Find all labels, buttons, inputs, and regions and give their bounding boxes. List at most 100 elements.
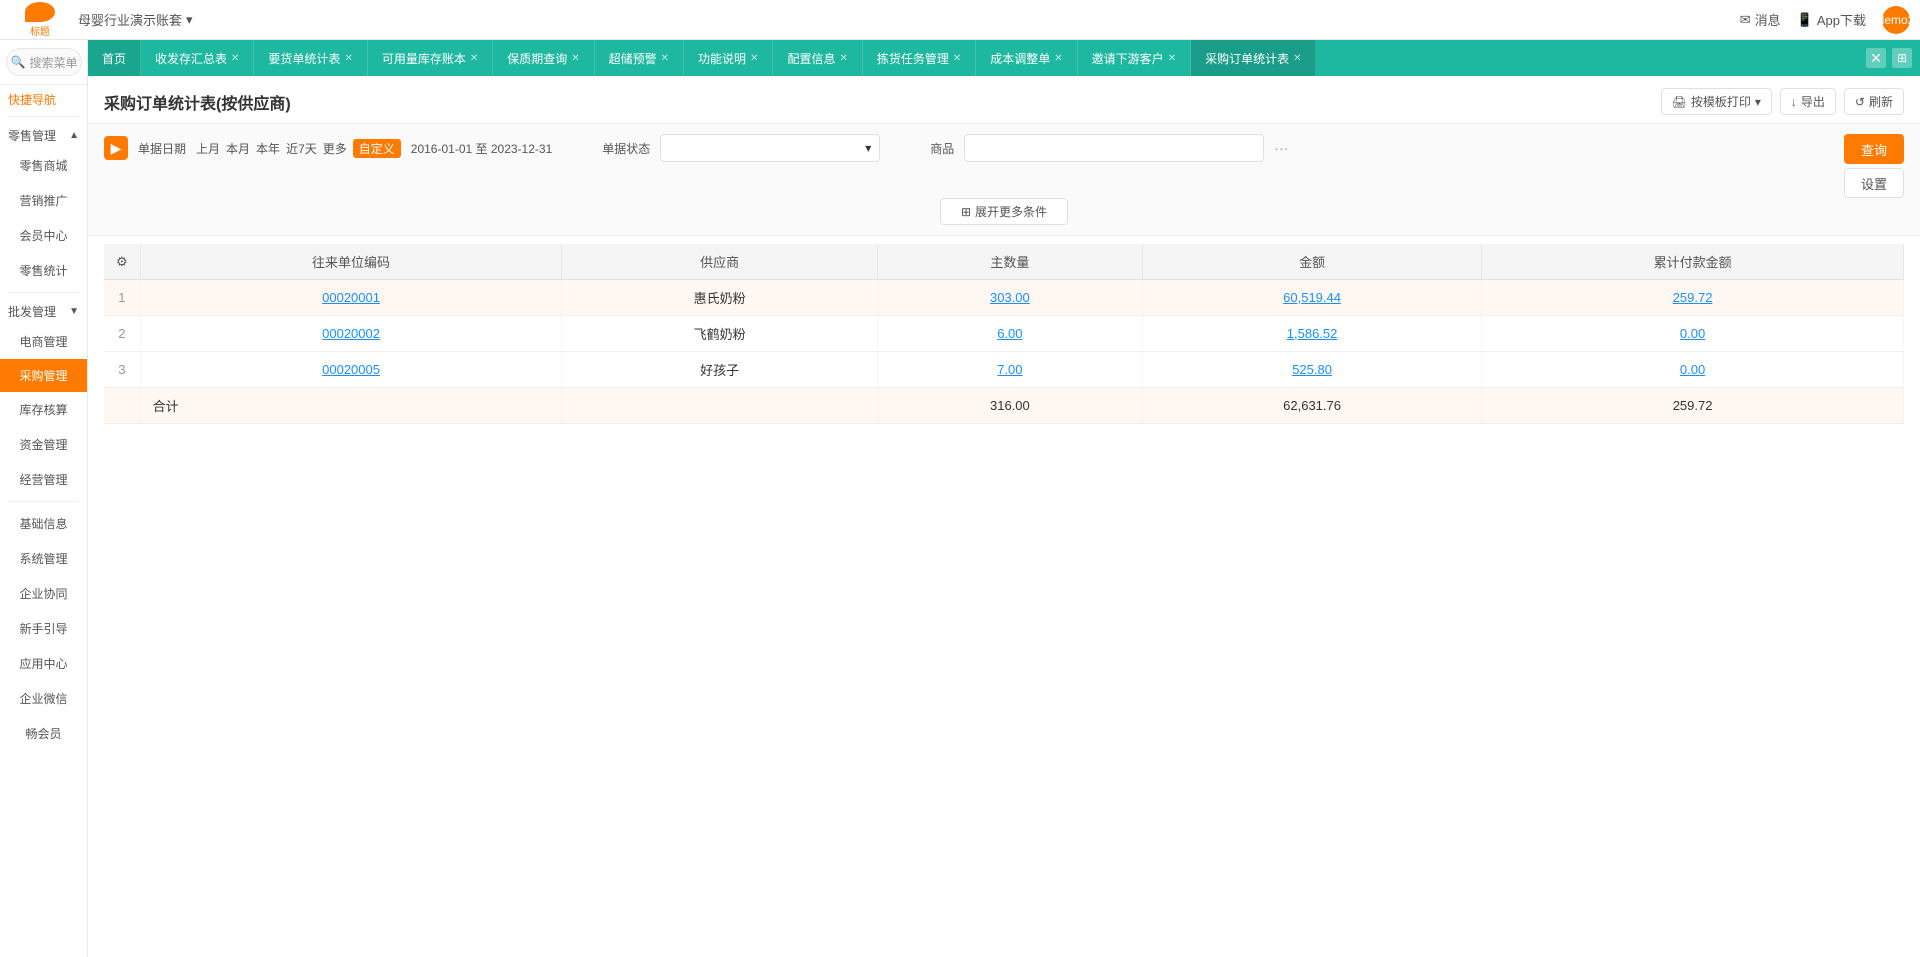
refresh-button[interactable]: ↺ 刷新	[1844, 88, 1904, 115]
goods-more-icon[interactable]: ···	[1274, 140, 1288, 156]
nav-item-invite-downstream[interactable]: 邀请下游客户 ✕	[1078, 40, 1191, 76]
nav-maximize-button[interactable]: ⊞	[1892, 48, 1912, 68]
nav-close-inventory-book-icon[interactable]: ✕	[470, 53, 478, 64]
home-nav-label: 首页	[102, 50, 126, 67]
nav-close-expiry-query-icon[interactable]: ✕	[571, 53, 579, 64]
sidebar-group-retail-arrow-icon: ▲	[69, 130, 79, 141]
nav-close-goods-stats-icon[interactable]: ✕	[344, 53, 352, 64]
nav-close-all-button[interactable]: ✕	[1866, 48, 1886, 68]
sidebar-group-retail[interactable]: 零售管理 ▲	[0, 121, 87, 148]
nav-close-pick-task-icon[interactable]: ✕	[953, 53, 961, 64]
sidebar-item-marketing[interactable]: 营销推广	[4, 184, 83, 217]
search-menu-button[interactable]: 🔍 搜索菜单	[6, 48, 82, 76]
app-download-label: App下载	[1817, 10, 1866, 29]
sidebar-item-finance[interactable]: 资金管理	[4, 428, 83, 461]
sidebar-item-ecommerce[interactable]: 电商管理	[4, 325, 83, 358]
date-option-more[interactable]: 更多	[323, 140, 347, 157]
filter-toggle-button[interactable]: ▶	[104, 136, 128, 160]
nav-item-expiry-query[interactable]: 保质期查询 ✕	[493, 40, 594, 76]
date-option-7days[interactable]: 近7天	[286, 140, 317, 157]
logo: 标题	[10, 2, 70, 38]
nav-item-home[interactable]: 首页	[88, 40, 141, 76]
nav-close-overstock-alert-icon[interactable]: ✕	[661, 53, 669, 64]
goods-input[interactable]	[964, 134, 1264, 162]
nav-item-overstock-alert[interactable]: 超储预警 ✕	[595, 40, 684, 76]
workspace-selector[interactable]: 母婴行业演示账套 ▾	[78, 10, 193, 29]
sidebar-item-member[interactable]: 会员中心	[4, 219, 83, 252]
sidebar-item-inventory[interactable]: 库存核算	[4, 393, 83, 426]
sidebar-item-operations[interactable]: 经营管理	[4, 463, 83, 496]
date-option-last-month[interactable]: 上月	[196, 140, 220, 157]
sidebar-item-wechat[interactable]: 企业微信	[4, 682, 83, 715]
nav-close-purchase-stats-icon[interactable]: ✕	[1293, 53, 1301, 64]
row-paid-0[interactable]: 259.72	[1482, 280, 1904, 316]
sidebar-item-enterprise[interactable]: 企业协同	[4, 577, 83, 610]
status-select[interactable]: ▾	[660, 134, 880, 162]
sidebar-item-system[interactable]: 系统管理	[4, 542, 83, 575]
nav-item-pick-task[interactable]: 拣货任务管理 ✕	[863, 40, 976, 76]
quick-nav-label[interactable]: 快捷导航	[0, 85, 87, 112]
nav-close-cost-adjust-icon[interactable]: ✕	[1054, 53, 1062, 64]
sidebar-item-retail-shop[interactable]: 零售商城	[4, 149, 83, 182]
sidebar-item-retail-stats[interactable]: 零售统计	[4, 254, 83, 287]
table-header-code: 往来单位编码	[140, 244, 562, 280]
row-code-2[interactable]: 00020005	[140, 352, 562, 388]
nav-item-cost-adjust[interactable]: 成本调整单 ✕	[976, 40, 1077, 76]
row-paid-1[interactable]: 0.00	[1482, 316, 1904, 352]
export-button[interactable]: ↓ 导出	[1780, 88, 1836, 115]
page-content: 采购订单统计表(按供应商) 🖨 按模板打印 ▾ ↓ 导出 ↺ 刷新	[88, 76, 1920, 957]
sidebar-item-basic[interactable]: 基础信息	[4, 507, 83, 540]
expand-more-button[interactable]: ⊞ 展开更多条件	[940, 198, 1068, 225]
nav-item-goods-stats[interactable]: 要货单统计表 ✕	[254, 40, 367, 76]
status-label: 单据状态	[602, 140, 650, 157]
date-option-this-year[interactable]: 本年	[256, 140, 280, 157]
sidebar-group-wholesale[interactable]: 批发管理 ▼	[0, 297, 87, 324]
row-code-1[interactable]: 00020002	[140, 316, 562, 352]
row-qty-1[interactable]: 6.00	[877, 316, 1142, 352]
date-option-custom[interactable]: 自定义	[353, 139, 401, 158]
message-button[interactable]: ✉ 消息	[1740, 10, 1781, 29]
printer-icon: 🖨	[1672, 95, 1687, 109]
row-amount-0[interactable]: 60,519.44	[1142, 280, 1481, 316]
nav-label-function-desc: 功能说明	[698, 50, 746, 67]
template-print-button[interactable]: 🖨 按模板打印 ▾	[1661, 88, 1772, 115]
workspace-chevron-icon: ▾	[186, 12, 193, 28]
nav-bar: 首页 收发存汇总表 ✕ 要货单统计表 ✕ 可用量库存账本 ✕ 保质期查询 ✕ 超…	[88, 40, 1920, 76]
table-header-settings: ⚙	[104, 244, 140, 280]
row-code-0[interactable]: 00020001	[140, 280, 562, 316]
app-download-button[interactable]: 📱 App下载	[1797, 10, 1866, 29]
row-amount-1[interactable]: 1,586.52	[1142, 316, 1481, 352]
sidebar-group-retail-label: 零售管理	[8, 127, 56, 144]
sidebar-item-vip[interactable]: 畅会员	[4, 717, 83, 750]
sidebar-item-newbie[interactable]: 新手引导	[4, 612, 83, 645]
sidebar-group-wholesale-label: 批发管理	[8, 303, 56, 320]
row-qty-2[interactable]: 7.00	[877, 352, 1142, 388]
nav-close-receive-summary-icon[interactable]: ✕	[231, 53, 239, 64]
sidebar-item-appstore[interactable]: 应用中心	[4, 647, 83, 680]
nav-item-config-info[interactable]: 配置信息 ✕	[773, 40, 862, 76]
row-qty-0[interactable]: 303.00	[877, 280, 1142, 316]
refresh-icon: ↺	[1855, 95, 1865, 109]
query-button[interactable]: 查询	[1844, 134, 1904, 164]
page-title: 采购订单统计表(按供应商)	[104, 90, 291, 114]
nav-close-config-info-icon[interactable]: ✕	[839, 53, 847, 64]
nav-item-receive-summary[interactable]: 收发存汇总表 ✕	[141, 40, 254, 76]
footer-paid: 259.72	[1482, 388, 1904, 424]
settings-button[interactable]: 设置	[1844, 168, 1904, 198]
nav-label-invite-downstream: 邀请下游客户	[1092, 50, 1164, 67]
nav-item-purchase-stats[interactable]: 采购订单统计表 ✕	[1191, 40, 1316, 76]
nav-item-inventory-book[interactable]: 可用量库存账本 ✕	[368, 40, 493, 76]
row-amount-2[interactable]: 525.80	[1142, 352, 1481, 388]
table-header-qty: 主数量	[877, 244, 1142, 280]
row-paid-2[interactable]: 0.00	[1482, 352, 1904, 388]
nav-item-function-desc[interactable]: 功能说明 ✕	[684, 40, 773, 76]
settings-col-icon[interactable]: ⚙	[116, 254, 128, 269]
table-row: 2 00020002 飞鹤奶粉 6.00 1,586.52 0.00	[104, 316, 1904, 352]
sidebar-item-purchase[interactable]: 采购管理	[0, 359, 87, 392]
nav-close-invite-downstream-icon[interactable]: ✕	[1168, 53, 1176, 64]
avatar[interactable]: demo2	[1882, 6, 1910, 34]
date-option-this-month[interactable]: 本月	[226, 140, 250, 157]
search-label: 搜索菜单	[29, 54, 77, 71]
main-layout: 🔍 搜索菜单 快捷导航 零售管理 ▲ 零售商城 营销推广 会员中心 零售统计 批…	[0, 40, 1920, 957]
nav-close-function-desc-icon[interactable]: ✕	[750, 53, 758, 64]
